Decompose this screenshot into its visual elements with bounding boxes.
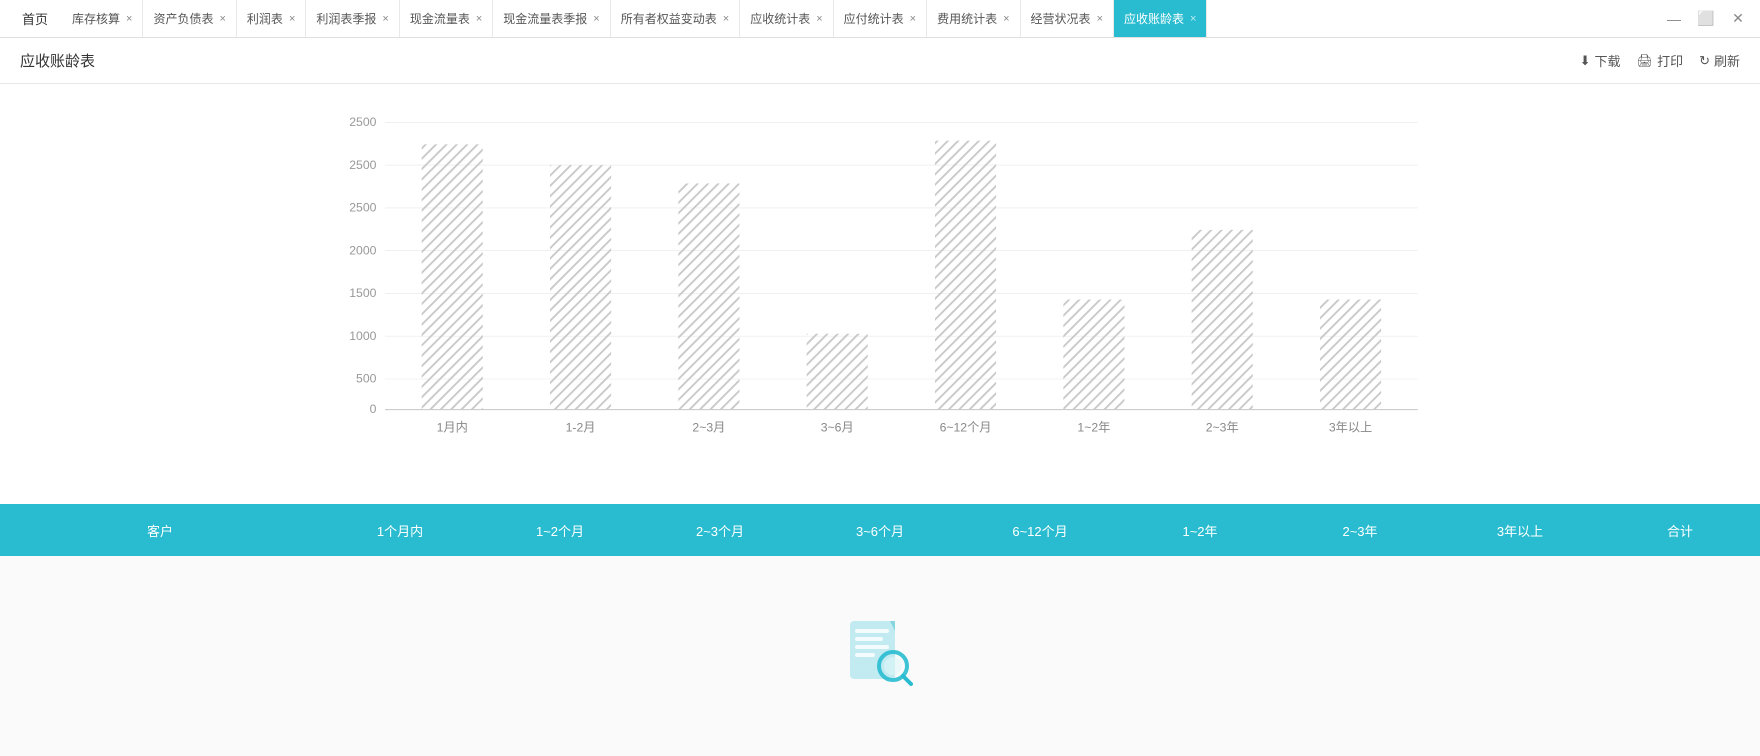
chart-container: 2500 2500 2500 2000 1500 1000 500 0 <box>330 104 1430 449</box>
tab-cashflow[interactable]: 现金流量表 × <box>400 0 493 38</box>
svg-text:2500: 2500 <box>349 201 376 215</box>
close-icon: ✕ <box>1732 10 1744 27</box>
tab-operations[interactable]: 经营状况表 × <box>1021 0 1114 38</box>
svg-text:0: 0 <box>370 402 377 416</box>
table-header-9: 合计 <box>1600 521 1760 540</box>
table-header-7: 2~3年 <box>1280 521 1440 540</box>
print-icon: 🖨 <box>1637 53 1654 69</box>
tab-close-cashflow[interactable]: × <box>476 13 482 25</box>
tab-label-balance-sheet: 资产负债表 <box>153 10 213 27</box>
tab-label-operations: 经营状况表 <box>1031 10 1091 27</box>
tab-ar-stats[interactable]: 应收统计表 × <box>740 0 833 38</box>
svg-text:6~12个月: 6~12个月 <box>940 421 992 435</box>
refresh-label: 刷新 <box>1714 51 1740 70</box>
table-header-4: 3~6个月 <box>800 521 960 540</box>
svg-text:2500: 2500 <box>349 115 376 129</box>
bar-2-3年 <box>1192 230 1253 410</box>
svg-text:2000: 2000 <box>349 243 376 257</box>
bar-2-3月 <box>678 183 739 409</box>
table-header: 客户1个月内1~2个月2~3个月3~6个月6~12个月1~2年2~3年3年以上合… <box>0 504 1760 556</box>
print-label: 打印 <box>1657 51 1683 70</box>
tab-close-ap-stats[interactable]: × <box>910 13 916 25</box>
refresh-button[interactable]: ↻ 刷新 <box>1699 51 1740 70</box>
bar-1月内 <box>422 144 483 409</box>
svg-text:1-2月: 1-2月 <box>566 421 596 435</box>
empty-state-icon <box>835 611 925 701</box>
table-header-3: 2~3个月 <box>640 521 800 540</box>
tab-cashflow-quarterly[interactable]: 现金流量表季报 × <box>493 0 610 38</box>
tab-label-profit: 利润表 <box>247 10 283 27</box>
tab-label-profit-quarterly: 利润表季报 <box>316 10 376 27</box>
tab-label-ar-aging: 应收账龄表 <box>1124 10 1184 27</box>
tabs-container: 库存核算×资产负债表×利润表×利润表季报×现金流量表×现金流量表季报×所有者权益… <box>62 0 1207 38</box>
tab-inventory[interactable]: 库存核算 × <box>62 0 143 38</box>
svg-text:3~6月: 3~6月 <box>821 421 854 435</box>
refresh-icon: ↻ <box>1699 53 1710 69</box>
table-header-8: 3年以上 <box>1440 521 1600 540</box>
tab-close-balance-sheet[interactable]: × <box>219 13 225 25</box>
bar-1-2年 <box>1063 300 1124 410</box>
table-header-1: 1个月内 <box>320 521 480 540</box>
chart-area: 2500 2500 2500 2000 1500 1000 500 0 <box>0 84 1760 504</box>
tab-label-inventory: 库存核算 <box>72 10 120 27</box>
bar-chart: 2500 2500 2500 2000 1500 1000 500 0 <box>330 104 1430 446</box>
table-header-5: 6~12个月 <box>960 521 1120 540</box>
tab-bar: 首页 库存核算×资产负债表×利润表×利润表季报×现金流量表×现金流量表季报×所有… <box>0 0 1760 38</box>
bar-3年以上 <box>1320 300 1381 410</box>
table-header-2: 1~2个月 <box>480 521 640 540</box>
maximize-button[interactable]: ⬜ <box>1692 5 1720 33</box>
tab-label-ar-stats: 应收统计表 <box>750 10 810 27</box>
tab-close-operations[interactable]: × <box>1097 13 1103 25</box>
tab-home[interactable]: 首页 <box>8 0 62 38</box>
download-button[interactable]: ⬇ 下载 <box>1580 51 1621 70</box>
tab-close-ar-aging[interactable]: × <box>1190 13 1196 25</box>
minimize-icon: — <box>1667 11 1681 27</box>
table-header-0: 客户 <box>0 521 320 540</box>
maximize-icon: ⬜ <box>1697 10 1714 27</box>
tab-close-equity[interactable]: × <box>723 13 729 25</box>
empty-state <box>0 556 1760 756</box>
tab-label-equity: 所有者权益变动表 <box>621 10 717 27</box>
svg-text:3年以上: 3年以上 <box>1329 421 1372 435</box>
tab-profit-quarterly[interactable]: 利润表季报 × <box>306 0 399 38</box>
table-header-6: 1~2年 <box>1120 521 1280 540</box>
tab-label-cashflow: 现金流量表 <box>410 10 470 27</box>
download-icon: ⬇ <box>1580 53 1591 69</box>
tab-ar-aging[interactable]: 应收账龄表 × <box>1114 0 1207 38</box>
bar-6-12月 <box>935 141 996 410</box>
tab-close-inventory[interactable]: × <box>126 13 132 25</box>
svg-text:1月内: 1月内 <box>437 421 468 435</box>
svg-text:2~3年: 2~3年 <box>1206 421 1239 435</box>
tab-close-ar-stats[interactable]: × <box>816 13 822 25</box>
tab-profit[interactable]: 利润表 × <box>237 0 306 38</box>
page-actions: ⬇ 下载 🖨 打印 ↻ 刷新 <box>1580 51 1740 70</box>
svg-text:1000: 1000 <box>349 329 376 343</box>
tab-label-expense-stats: 费用统计表 <box>937 10 997 27</box>
tab-ap-stats[interactable]: 应付统计表 × <box>834 0 927 38</box>
print-button[interactable]: 🖨 打印 <box>1637 51 1684 70</box>
bar-1-2月 <box>550 165 611 409</box>
tab-bar-actions: — ⬜ ✕ <box>1660 5 1752 33</box>
page-header: 应收账龄表 ⬇ 下载 🖨 打印 ↻ 刷新 <box>0 38 1760 84</box>
tab-label-cashflow-quarterly: 现金流量表季报 <box>503 10 587 27</box>
svg-text:2500: 2500 <box>349 158 376 172</box>
close-button[interactable]: ✕ <box>1724 5 1752 33</box>
main-content: 2500 2500 2500 2000 1500 1000 500 0 <box>0 84 1760 756</box>
tab-label-ap-stats: 应付统计表 <box>844 10 904 27</box>
tab-close-profit-quarterly[interactable]: × <box>382 13 388 25</box>
svg-text:500: 500 <box>356 372 377 386</box>
svg-text:1~2年: 1~2年 <box>1077 421 1110 435</box>
bar-3-6月 <box>807 334 868 410</box>
tab-balance-sheet[interactable]: 资产负债表 × <box>143 0 236 38</box>
minimize-button[interactable]: — <box>1660 5 1688 33</box>
tab-close-profit[interactable]: × <box>289 13 295 25</box>
page-title: 应收账龄表 <box>20 50 95 71</box>
svg-text:1500: 1500 <box>349 286 376 300</box>
download-label: 下载 <box>1595 51 1621 70</box>
svg-text:2~3月: 2~3月 <box>692 421 725 435</box>
tab-close-cashflow-quarterly[interactable]: × <box>593 13 599 25</box>
tab-close-expense-stats[interactable]: × <box>1003 13 1009 25</box>
tab-expense-stats[interactable]: 费用统计表 × <box>927 0 1020 38</box>
tab-equity[interactable]: 所有者权益变动表 × <box>611 0 740 38</box>
